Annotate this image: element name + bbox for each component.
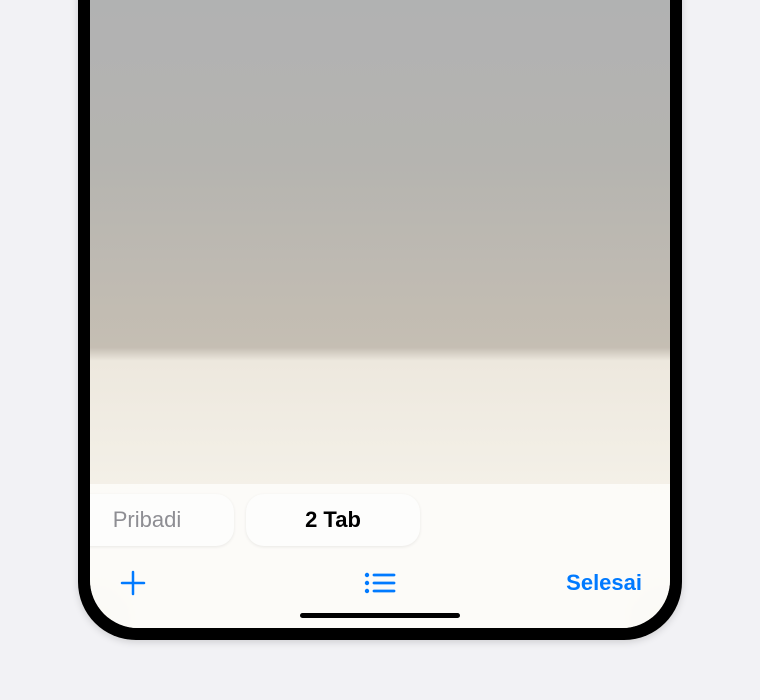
tab-groups-menu-button[interactable] xyxy=(364,571,396,595)
list-icon xyxy=(364,571,396,595)
bottom-toolbar-area: Pribadi 2 Tab xyxy=(90,484,670,628)
screen: Polyester Dinosaur Polyester Dinosaur Pr… xyxy=(90,0,670,628)
new-tab-button[interactable] xyxy=(118,568,148,598)
tab-group-main[interactable]: 2 Tab xyxy=(246,494,420,546)
tab-group-label: Pribadi xyxy=(113,507,181,532)
plus-icon xyxy=(118,568,148,598)
tab-groups-selector[interactable]: Pribadi 2 Tab xyxy=(90,484,670,556)
home-indicator[interactable] xyxy=(300,613,460,618)
phone-frame: Polyester Dinosaur Polyester Dinosaur Pr… xyxy=(78,0,682,640)
tab-group-private[interactable]: Pribadi xyxy=(90,494,234,546)
tab-group-label: 2 Tab xyxy=(305,507,361,532)
done-button[interactable]: Selesai xyxy=(566,570,642,596)
